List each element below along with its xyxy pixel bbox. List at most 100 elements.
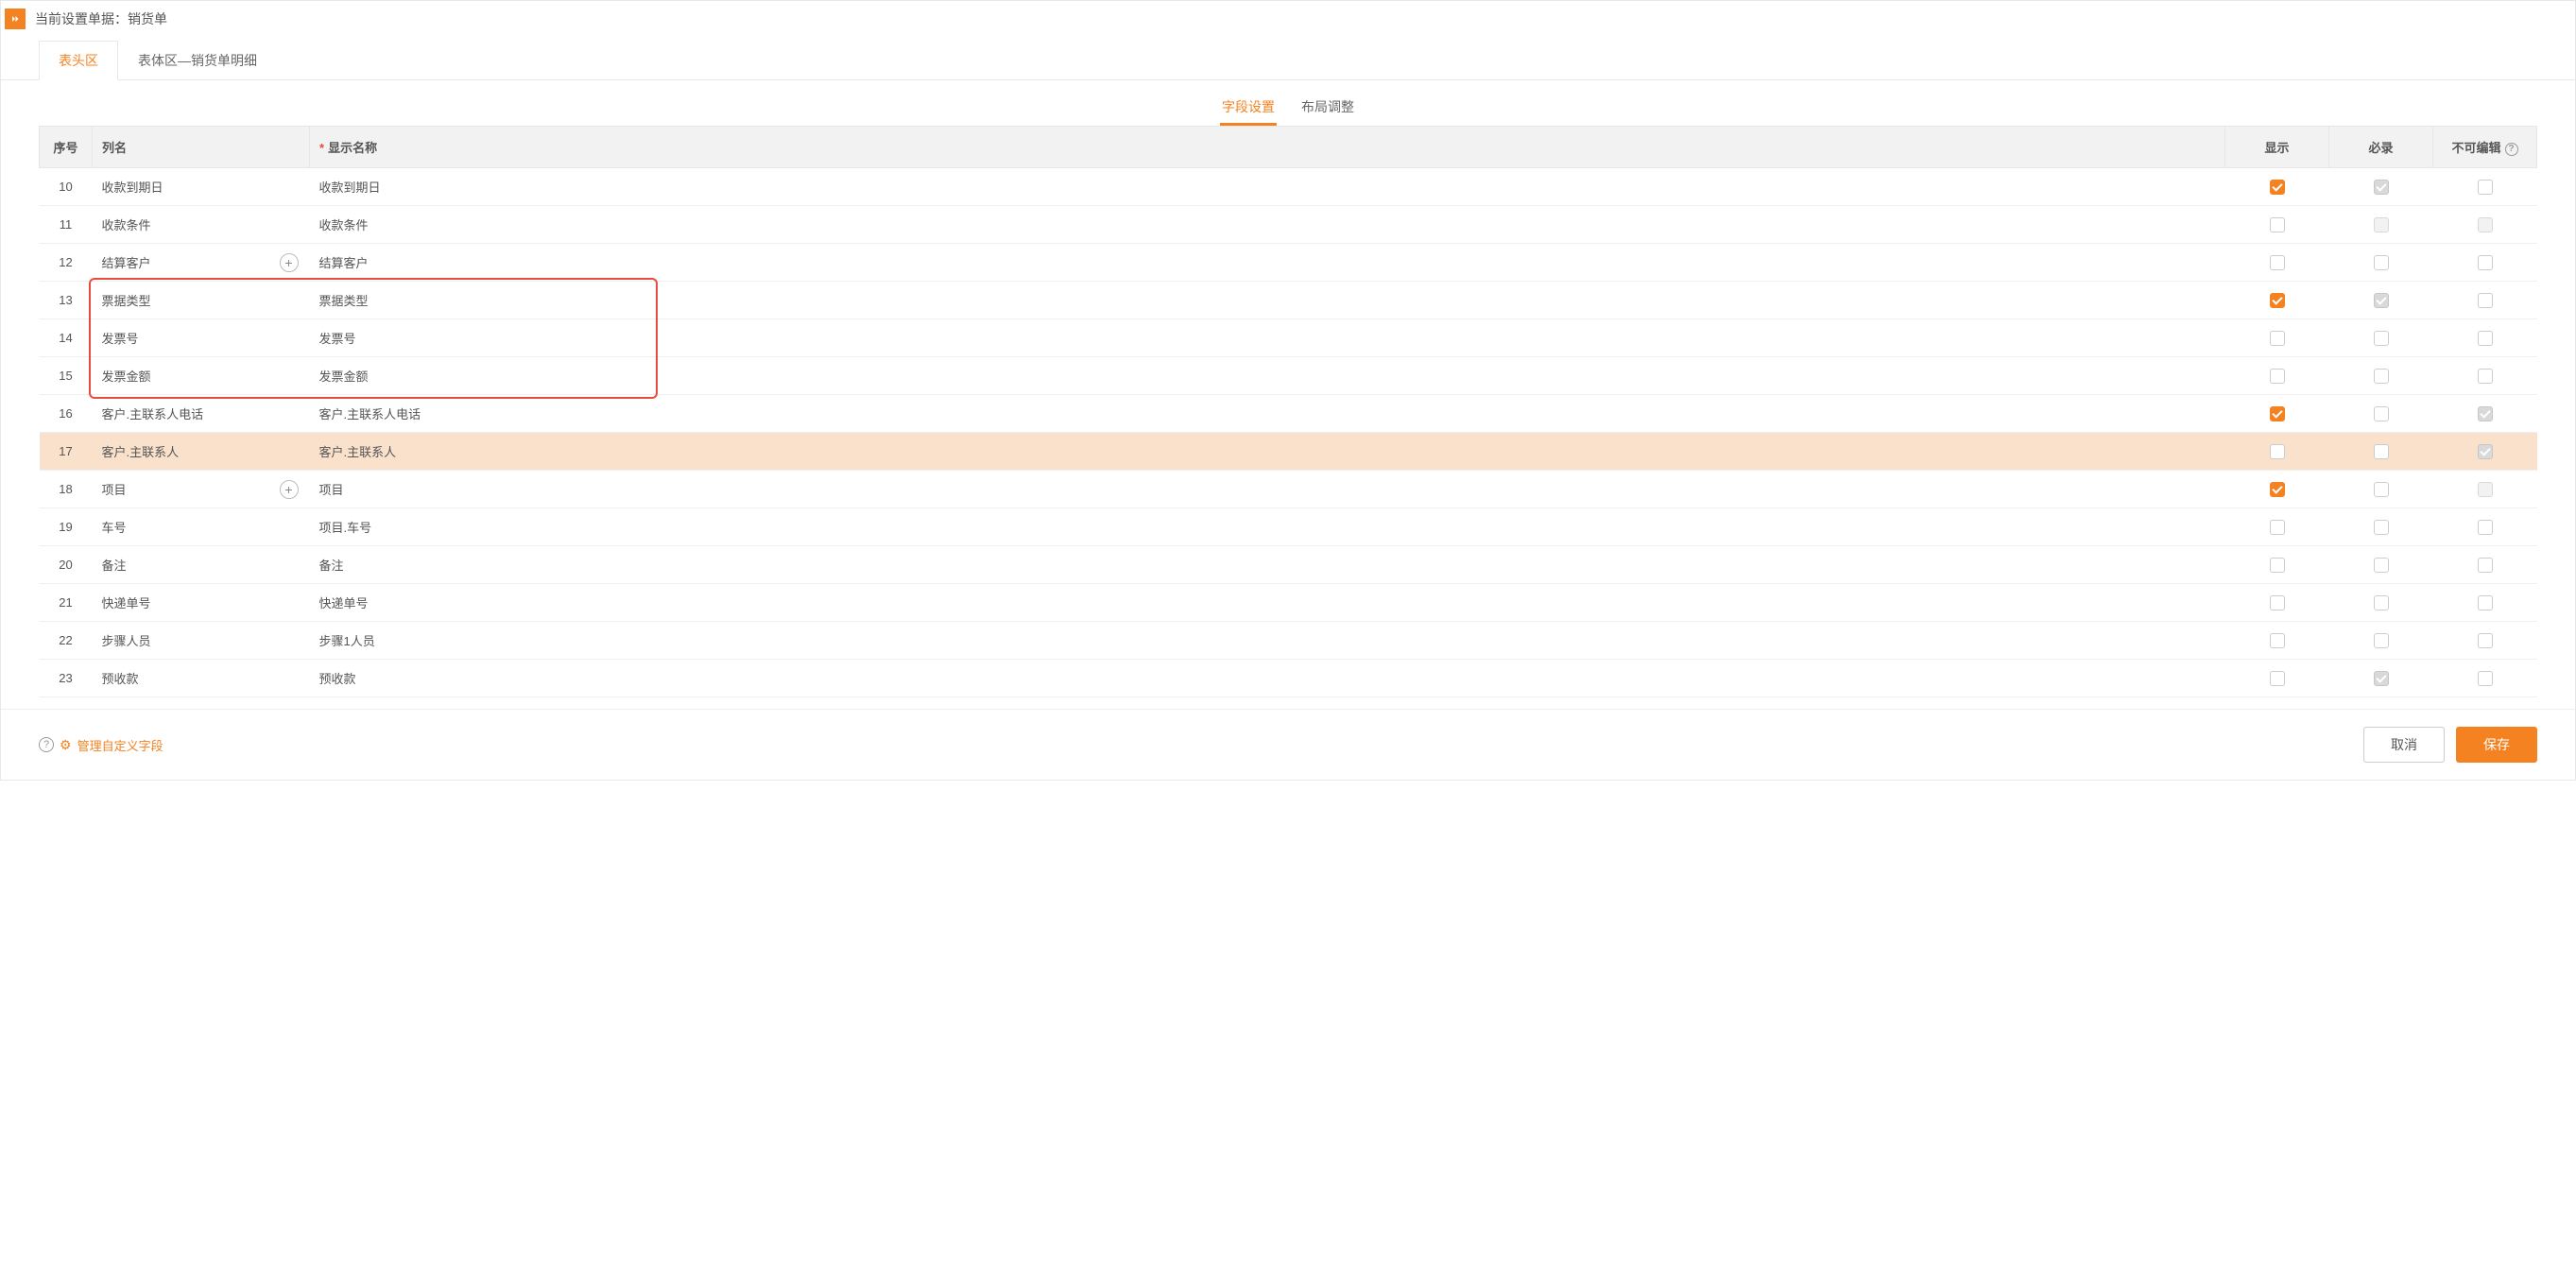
table-row[interactable]: 14发票号发票号 (40, 319, 2537, 357)
cell-display-name[interactable]: 步骤1人员 (310, 622, 2225, 660)
table-row[interactable]: 12结算客户+结算客户 (40, 244, 2537, 282)
cell-show (2225, 206, 2329, 244)
checkbox-show[interactable] (2270, 558, 2285, 573)
checkbox-show[interactable] (2270, 369, 2285, 384)
cell-show (2225, 395, 2329, 433)
cell-display-name[interactable]: 项目 (310, 471, 2225, 508)
cell-seq: 18 (40, 471, 93, 508)
checkbox-required[interactable] (2374, 520, 2389, 535)
checkbox-required[interactable] (2374, 558, 2389, 573)
add-child-button[interactable]: + (280, 480, 299, 499)
table-row[interactable]: 16客户.主联系人电话客户.主联系人电话 (40, 395, 2537, 433)
cell-seq: 23 (40, 660, 93, 697)
checkbox-show[interactable] (2270, 482, 2285, 497)
checkbox-required[interactable] (2374, 255, 2389, 270)
checkbox-readonly[interactable] (2478, 671, 2493, 686)
checkbox-show[interactable] (2270, 255, 2285, 270)
section-tab-0[interactable]: 表头区 (39, 41, 118, 80)
cell-display-name[interactable]: 项目.车号 (310, 508, 2225, 546)
collapse-sidebar-button[interactable] (5, 9, 26, 29)
sub-tab-0[interactable]: 字段设置 (1220, 92, 1277, 126)
checkbox-readonly[interactable] (2478, 331, 2493, 346)
footer-right: 取消 保存 (2363, 727, 2537, 763)
table-row[interactable]: 21快递单号快递单号 (40, 584, 2537, 622)
checkbox-show[interactable] (2270, 406, 2285, 421)
question-icon[interactable]: ? (39, 737, 54, 752)
checkbox-required[interactable] (2374, 633, 2389, 648)
col-header-display-text: 显示名称 (328, 141, 377, 155)
checkbox-show[interactable] (2270, 595, 2285, 610)
table-row[interactable]: 23预收款预收款 (40, 660, 2537, 697)
cell-display-name[interactable]: 收款到期日 (310, 168, 2225, 206)
checkbox-required[interactable] (2374, 444, 2389, 459)
checkbox-readonly[interactable] (2478, 558, 2493, 573)
table-row[interactable]: 19车号项目.车号 (40, 508, 2537, 546)
checkbox-show[interactable] (2270, 293, 2285, 308)
cell-show (2225, 622, 2329, 660)
checkbox-readonly[interactable] (2478, 633, 2493, 648)
checkbox-required (2374, 217, 2389, 232)
save-button[interactable]: 保存 (2456, 727, 2537, 763)
manage-custom-fields-link[interactable]: 管理自定义字段 (77, 736, 163, 754)
cell-display-name[interactable]: 发票金额 (310, 357, 2225, 395)
checkbox-show[interactable] (2270, 444, 2285, 459)
cell-seq: 15 (40, 357, 93, 395)
cell-display-name[interactable]: 票据类型 (310, 282, 2225, 319)
col-header-display: *显示名称 (310, 127, 2225, 168)
cell-required (2329, 508, 2433, 546)
checkbox-required[interactable] (2374, 595, 2389, 610)
checkbox-required[interactable] (2374, 331, 2389, 346)
checkbox-show[interactable] (2270, 633, 2285, 648)
add-child-button[interactable]: + (280, 253, 299, 272)
cell-readonly (2433, 282, 2537, 319)
checkbox-show[interactable] (2270, 180, 2285, 195)
table-row[interactable]: 13票据类型票据类型 (40, 282, 2537, 319)
checkbox-show[interactable] (2270, 217, 2285, 232)
cell-display-name[interactable]: 结算客户 (310, 244, 2225, 282)
checkbox-readonly[interactable] (2478, 180, 2493, 195)
cell-display-name[interactable]: 客户.主联系人电话 (310, 395, 2225, 433)
checkbox-readonly[interactable] (2478, 595, 2493, 610)
checkbox-readonly (2478, 482, 2493, 497)
checkbox-show[interactable] (2270, 331, 2285, 346)
cell-seq: 21 (40, 584, 93, 622)
cell-display-name[interactable]: 备注 (310, 546, 2225, 584)
checkbox-readonly[interactable] (2478, 520, 2493, 535)
cell-display-name[interactable]: 预收款 (310, 660, 2225, 697)
section-tab-1[interactable]: 表体区—销货单明细 (118, 41, 277, 80)
checkbox-required (2374, 293, 2389, 308)
cancel-button[interactable]: 取消 (2363, 727, 2445, 763)
cell-name: 发票金额 (93, 357, 310, 395)
cell-required (2329, 433, 2433, 471)
table-row[interactable]: 15发票金额发票金额 (40, 357, 2537, 395)
cell-display-name[interactable]: 客户.主联系人 (310, 433, 2225, 471)
table-row[interactable]: 11收款条件收款条件 (40, 206, 2537, 244)
cell-show (2225, 168, 2329, 206)
table-row[interactable]: 17客户.主联系人客户.主联系人 (40, 433, 2537, 471)
checkbox-required[interactable] (2374, 369, 2389, 384)
table-row[interactable]: 22步骤人员步骤1人员 (40, 622, 2537, 660)
cell-display-name[interactable]: 收款条件 (310, 206, 2225, 244)
table-row[interactable]: 20备注备注 (40, 546, 2537, 584)
checkbox-readonly[interactable] (2478, 255, 2493, 270)
sub-tab-1[interactable]: 布局调整 (1299, 92, 1356, 126)
help-icon[interactable]: ? (2505, 143, 2518, 156)
table-row[interactable]: 18项目+项目 (40, 471, 2537, 508)
checkbox-required[interactable] (2374, 406, 2389, 421)
cell-required (2329, 584, 2433, 622)
cell-required (2329, 471, 2433, 508)
col-header-name: 列名 (93, 127, 310, 168)
chevron-right-double-icon (9, 13, 21, 25)
cell-display-name[interactable]: 快递单号 (310, 584, 2225, 622)
checkbox-show[interactable] (2270, 671, 2285, 686)
cell-readonly (2433, 584, 2537, 622)
checkbox-required[interactable] (2374, 482, 2389, 497)
checkbox-readonly[interactable] (2478, 369, 2493, 384)
cell-required (2329, 357, 2433, 395)
checkbox-show[interactable] (2270, 520, 2285, 535)
cell-name: 步骤人员 (93, 622, 310, 660)
table-row[interactable]: 10收款到期日收款到期日 (40, 168, 2537, 206)
cell-required (2329, 546, 2433, 584)
checkbox-readonly[interactable] (2478, 293, 2493, 308)
cell-display-name[interactable]: 发票号 (310, 319, 2225, 357)
